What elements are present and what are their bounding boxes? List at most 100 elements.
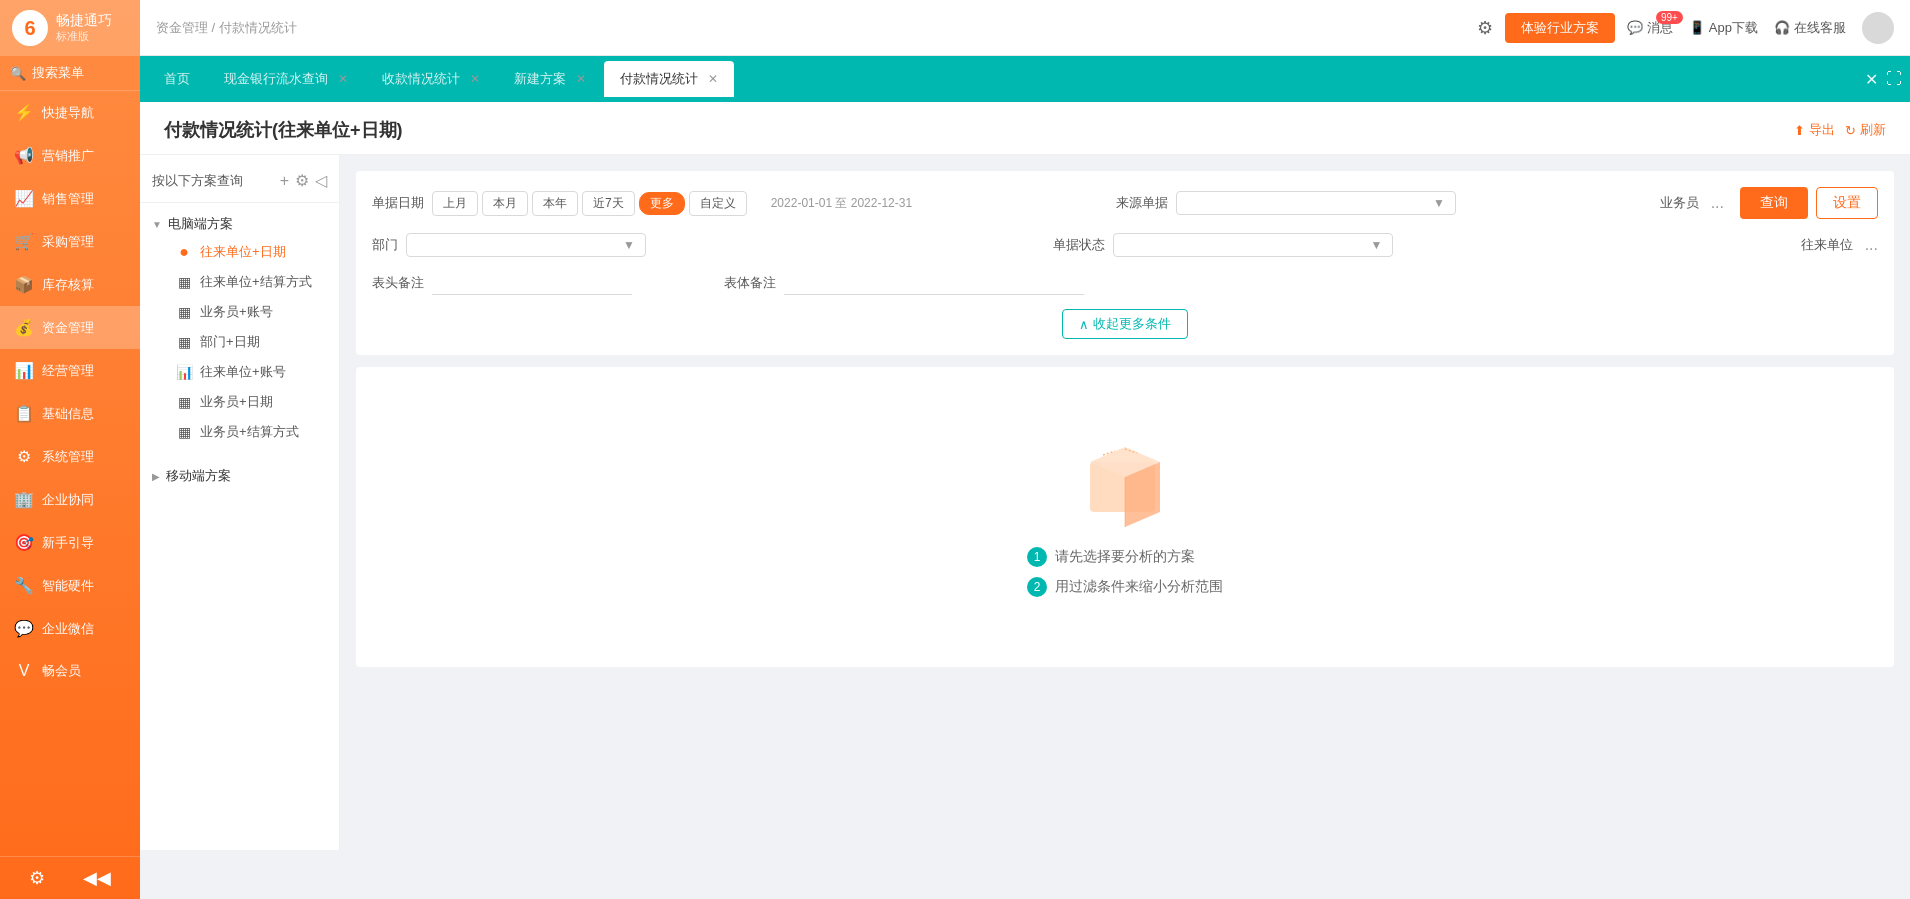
date-btn-this-year[interactable]: 本年 [532,191,578,216]
content-area: 付款情况统计(往来单位+日期) ⬆ 导出 ↻ 刷新 按以下方案查询 + ⚙ [140,102,1910,899]
search-icon: 🔍 [10,66,26,81]
staff-label: 业务员 [1660,194,1699,212]
header-note-input[interactable] [432,271,632,295]
purchase-icon: 🛒 [14,232,34,251]
partner-dots[interactable]: ... [1865,236,1878,254]
tab-expand-icon[interactable]: ⛶ [1886,70,1902,89]
quick-nav-icon: ⚡ [14,103,34,122]
date-btn-last-7days[interactable]: 近7天 [582,191,635,216]
filter-dept-item: 部门 ▼ [372,233,646,257]
sidebar-item-sales[interactable]: 📈 销售管理 [0,177,140,220]
panel-add-icon[interactable]: + [280,172,289,190]
sidebar-collapse-icon[interactable]: ◀◀ [83,867,111,889]
panel-collapse-icon[interactable]: ◁ [315,171,327,190]
empty-hint-list: 1 请先选择要分析的方案 2 用过滤条件来缩小分析范围 [1027,547,1223,607]
mobile-arrow-icon: ▶ [152,471,160,482]
topbar-message[interactable]: 💬 消息 99+ [1627,19,1673,37]
voucher-status-select[interactable]: ▼ [1113,233,1393,257]
sidebar-item-system[interactable]: ⚙ 系统管理 [0,435,140,478]
tab-payment-stat[interactable]: 付款情况统计 ✕ [604,61,734,97]
user-avatar[interactable] [1862,12,1894,44]
scheme-icon-6: ▦ [176,394,192,410]
tab-receipt-stat[interactable]: 收款情况统计 ✕ [366,61,496,97]
topbar-settings-icon[interactable]: ⚙ [1477,17,1493,39]
desktop-group-header[interactable]: ▼ 电脑端方案 [152,211,327,237]
body-note-input[interactable] [784,271,1084,295]
sidebar-item-hardware[interactable]: 🔧 智能硬件 [0,564,140,607]
date-range-display: 2022-01-01 至 2022-12-31 [771,195,912,212]
scheme-item-partner-settle[interactable]: ▦ 往来单位+结算方式 [152,267,327,297]
scheme-item-staff-account[interactable]: ▦ 业务员+账号 [152,297,327,327]
page-title: 付款情况统计(往来单位+日期) [164,118,403,142]
sidebar-item-finance[interactable]: 💰 资金管理 [0,306,140,349]
scheme-item-partner-account[interactable]: 📊 往来单位+账号 [152,357,327,387]
member-icon: V [14,662,34,680]
tab-home[interactable]: 首页 [148,61,206,97]
trial-button[interactable]: 体验行业方案 [1505,13,1615,43]
sidebar-item-marketing[interactable]: 📢 营销推广 [0,134,140,177]
message-badge: 99+ [1656,11,1683,24]
sidebar-item-wechat[interactable]: 💬 企业微信 [0,607,140,650]
tabbar: 首页 现金银行流水查询 ✕ 收款情况统计 ✕ 新建方案 ✕ 付款情况统计 ✕ ✕… [140,56,1910,102]
wechat-icon: 💬 [14,619,34,638]
sidebar-settings-icon[interactable]: ⚙ [29,867,45,889]
refresh-button[interactable]: ↻ 刷新 [1845,121,1886,139]
inventory-icon: 📦 [14,275,34,294]
hardware-icon: 🔧 [14,576,34,595]
panel-settings-icon[interactable]: ⚙ [295,171,309,190]
mobile-group-header[interactable]: ▶ 移动端方案 [152,463,327,489]
dept-select[interactable]: ▼ [406,233,646,257]
query-button[interactable]: 查询 [1740,187,1808,219]
staff-dots[interactable]: ... [1711,194,1724,212]
topbar-online-service[interactable]: 🎧 在线客服 [1774,19,1846,37]
scheme-item-staff-date[interactable]: ▦ 业务员+日期 [152,387,327,417]
filter-row-1: 单据日期 上月 本月 本年 近7天 更多 自定义 2022-01-0 [372,187,1878,219]
scheme-item-dept-date[interactable]: ▦ 部门+日期 [152,327,327,357]
main-area: 资金管理 / 付款情况统计 ⚙ 体验行业方案 💬 消息 99+ 📱 App下载 … [140,0,1910,899]
tab-bank-flow[interactable]: 现金银行流水查询 ✕ [208,61,364,97]
finance-icon: 💰 [14,318,34,337]
scheme-icon-5: 📊 [176,364,192,380]
sidebar: 6 畅捷通巧 标准版 🔍 搜索菜单 ⚡ 快捷导航 📢 营销推广 📈 销售管理 🛒… [0,0,140,899]
sidebar-item-purchase[interactable]: 🛒 采购管理 [0,220,140,263]
empty-svg [1065,427,1185,527]
collapse-conditions-button[interactable]: ∧ 收起更多条件 [1062,309,1188,339]
tab-close-new-plan[interactable]: ✕ [576,72,586,86]
scheme-item-partner-date[interactable]: ● 往来单位+日期 [152,237,327,267]
sidebar-item-enterprise[interactable]: 🏢 企业协同 [0,478,140,521]
date-label: 单据日期 [372,194,424,212]
sidebar-item-member[interactable]: V 畅会员 [0,650,140,692]
tab-close-bank-flow[interactable]: ✕ [338,72,348,86]
sidebar-item-guide[interactable]: 🎯 新手引导 [0,521,140,564]
scheme-icon-7: ▦ [176,424,192,440]
date-btn-last-month[interactable]: 上月 [432,191,478,216]
date-btn-this-month[interactable]: 本月 [482,191,528,216]
tab-close-payment-stat[interactable]: ✕ [708,72,718,86]
content-body: 按以下方案查询 + ⚙ ◁ ▼ 电脑端方案 ● 往来单位+日期 ▦ [140,155,1910,850]
sidebar-item-inventory[interactable]: 📦 库存核算 [0,263,140,306]
filter-voucher-status-item: 单据状态 ▼ [1053,233,1393,257]
body-note-label: 表体备注 [724,274,776,292]
partner-label: 往来单位 [1801,236,1853,254]
topbar-app-download[interactable]: 📱 App下载 [1689,19,1758,37]
date-btn-more[interactable]: 更多 [639,192,685,215]
filter-action-btns: 查询 设置 [1740,187,1878,219]
settings-button[interactable]: 设置 [1816,187,1878,219]
sidebar-search[interactable]: 🔍 搜索菜单 [0,56,140,91]
sidebar-item-basic-info[interactable]: 📋 基础信息 [0,392,140,435]
sidebar-item-operation[interactable]: 📊 经营管理 [0,349,140,392]
date-btn-custom[interactable]: 自定义 [689,191,747,216]
export-button[interactable]: ⬆ 导出 [1794,121,1835,139]
filter-collapse-row: ∧ 收起更多条件 [372,309,1878,339]
page-header: 付款情况统计(往来单位+日期) ⬆ 导出 ↻ 刷新 [140,102,1910,155]
tab-new-plan[interactable]: 新建方案 ✕ [498,61,602,97]
logo-text: 畅捷通巧 标准版 [56,12,112,44]
refresh-icon: ↻ [1845,123,1856,138]
source-select[interactable]: ▼ [1176,191,1456,215]
basic-info-icon: 📋 [14,404,34,423]
scheme-item-staff-settle[interactable]: ▦ 业务员+结算方式 [152,417,327,447]
filter-row-3: 表头备注 表体备注 [372,271,1878,295]
sidebar-item-quick-nav[interactable]: ⚡ 快捷导航 [0,91,140,134]
tab-close-receipt-stat[interactable]: ✕ [470,72,480,86]
tab-close-all-icon[interactable]: ✕ [1865,70,1878,89]
